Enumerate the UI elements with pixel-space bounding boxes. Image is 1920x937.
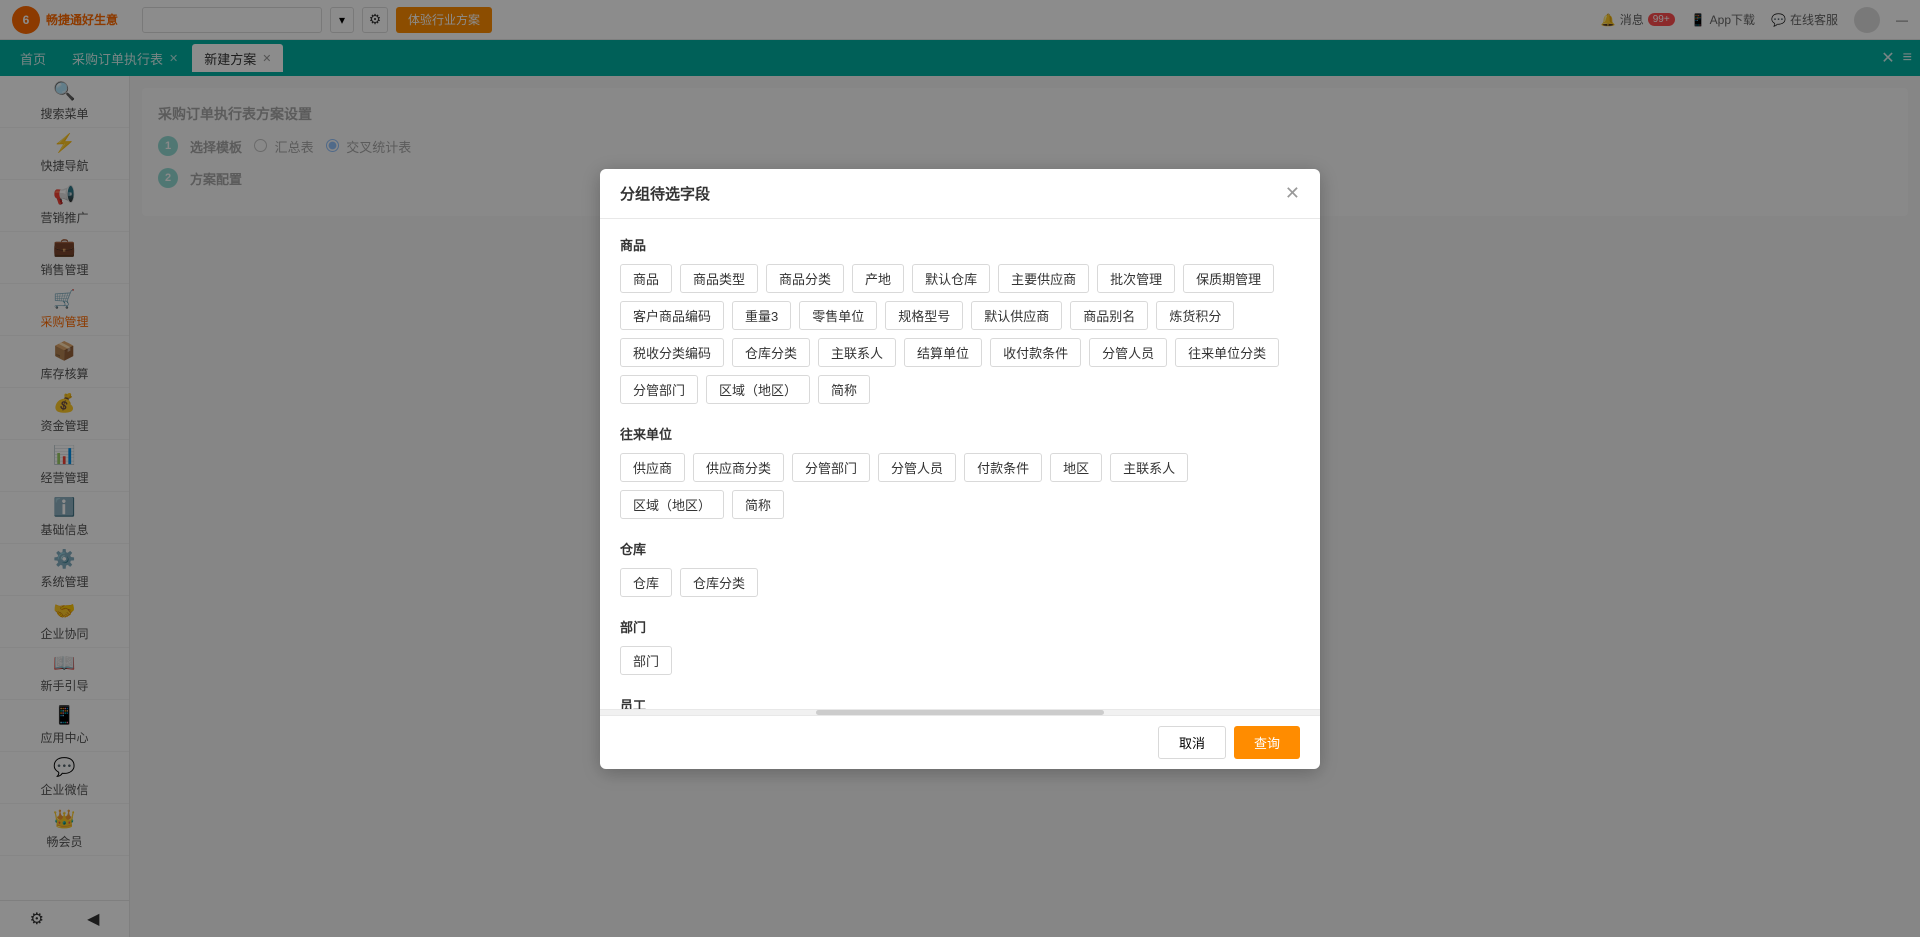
field-tag[interactable]: 主联系人 [818,338,896,367]
section-title-部门: 部门 [620,617,1300,636]
field-tag[interactable]: 收付款条件 [990,338,1081,367]
modal-scrollbar-h[interactable] [600,709,1320,715]
field-tag[interactable]: 重量3 [732,301,791,330]
field-tag[interactable]: 炼货积分 [1156,301,1234,330]
field-tag[interactable]: 仓库分类 [680,568,758,597]
field-section-仓库: 仓库仓库仓库分类 [620,539,1300,597]
modal-header: 分组待选字段 ✕ [600,169,1320,219]
section-title-商品: 商品 [620,235,1300,254]
modal-footer: 取消 查询 [600,715,1320,769]
field-tag[interactable]: 简称 [818,375,870,404]
field-tag[interactable]: 简称 [732,490,784,519]
field-section-往来单位: 往来单位供应商供应商分类分管部门分管人员付款条件地区主联系人区域（地区） 简称 [620,424,1300,519]
cancel-button[interactable]: 取消 [1158,726,1226,759]
field-section-员工: 员工业务员 [620,695,1300,709]
field-tag[interactable]: 分管人员 [878,453,956,482]
modal-scrollbar-h-thumb [816,710,1104,715]
field-tag[interactable]: 分管部门 [620,375,698,404]
field-section-商品: 商品商品商品类型商品分类产地默认仓库主要供应商批次管理保质期管理客户商品编码重量… [620,235,1300,404]
confirm-button[interactable]: 查询 [1234,726,1300,759]
content-area: 采购订单执行表方案设置 1 选择模板 汇总表 交叉统计表 2 方案配置 分组待选… [130,76,1920,937]
field-tag[interactable]: 往来单位分类 [1175,338,1279,367]
field-tag[interactable]: 供应商 [620,453,685,482]
field-tag[interactable]: 地区 [1050,453,1102,482]
field-tag[interactable]: 分管人员 [1089,338,1167,367]
section-title-仓库: 仓库 [620,539,1300,558]
modal-overlay: 分组待选字段 ✕ 商品商品商品类型商品分类产地默认仓库主要供应商批次管理保质期管… [130,76,1920,937]
field-grid-仓库: 仓库仓库分类 [620,568,1300,597]
main-layout: 🔍 搜索菜单 ⚡ 快捷导航 📢 营销推广 💼 销售管理 🛒 采购管理 📦 库存核… [0,76,1920,937]
section-title-员工: 员工 [620,695,1300,709]
field-tag[interactable]: 默认仓库 [912,264,990,293]
field-tag[interactable]: 默认供应商 [971,301,1062,330]
field-tag[interactable]: 分管部门 [792,453,870,482]
field-tag[interactable]: 客户商品编码 [620,301,724,330]
field-grid-部门: 部门 [620,646,1300,675]
field-tag[interactable]: 商品分类 [766,264,844,293]
field-tag[interactable]: 供应商分类 [693,453,784,482]
field-section-部门: 部门部门 [620,617,1300,675]
modal: 分组待选字段 ✕ 商品商品商品类型商品分类产地默认仓库主要供应商批次管理保质期管… [600,169,1320,769]
field-tag[interactable]: 税收分类编码 [620,338,724,367]
field-tag[interactable]: 主要供应商 [998,264,1089,293]
field-tag[interactable]: 产地 [852,264,904,293]
field-tag[interactable]: 仓库 [620,568,672,597]
field-tag[interactable]: 仓库分类 [732,338,810,367]
field-tag[interactable]: 付款条件 [964,453,1042,482]
field-tag[interactable]: 区域（地区） [706,375,810,404]
field-tag[interactable]: 规格型号 [885,301,963,330]
field-tag[interactable]: 主联系人 [1110,453,1188,482]
field-tag[interactable]: 保质期管理 [1183,264,1274,293]
field-tag[interactable]: 商品别名 [1070,301,1148,330]
field-tag[interactable]: 商品类型 [680,264,758,293]
section-title-往来单位: 往来单位 [620,424,1300,443]
field-grid-商品: 商品商品类型商品分类产地默认仓库主要供应商批次管理保质期管理客户商品编码重量3 零… [620,264,1300,404]
field-tag[interactable]: 区域（地区） [620,490,724,519]
field-tag[interactable]: 商品 [620,264,672,293]
field-grid-往来单位: 供应商供应商分类分管部门分管人员付款条件地区主联系人区域（地区） 简称 [620,453,1300,519]
modal-close-btn[interactable]: ✕ [1285,184,1300,202]
field-tag[interactable]: 批次管理 [1097,264,1175,293]
modal-body[interactable]: 商品商品商品类型商品分类产地默认仓库主要供应商批次管理保质期管理客户商品编码重量… [600,219,1320,709]
field-tag[interactable]: 结算单位 [904,338,982,367]
field-tag[interactable]: 部门 [620,646,672,675]
modal-title: 分组待选字段 [620,183,710,204]
field-tag[interactable]: 零售单位 [799,301,877,330]
